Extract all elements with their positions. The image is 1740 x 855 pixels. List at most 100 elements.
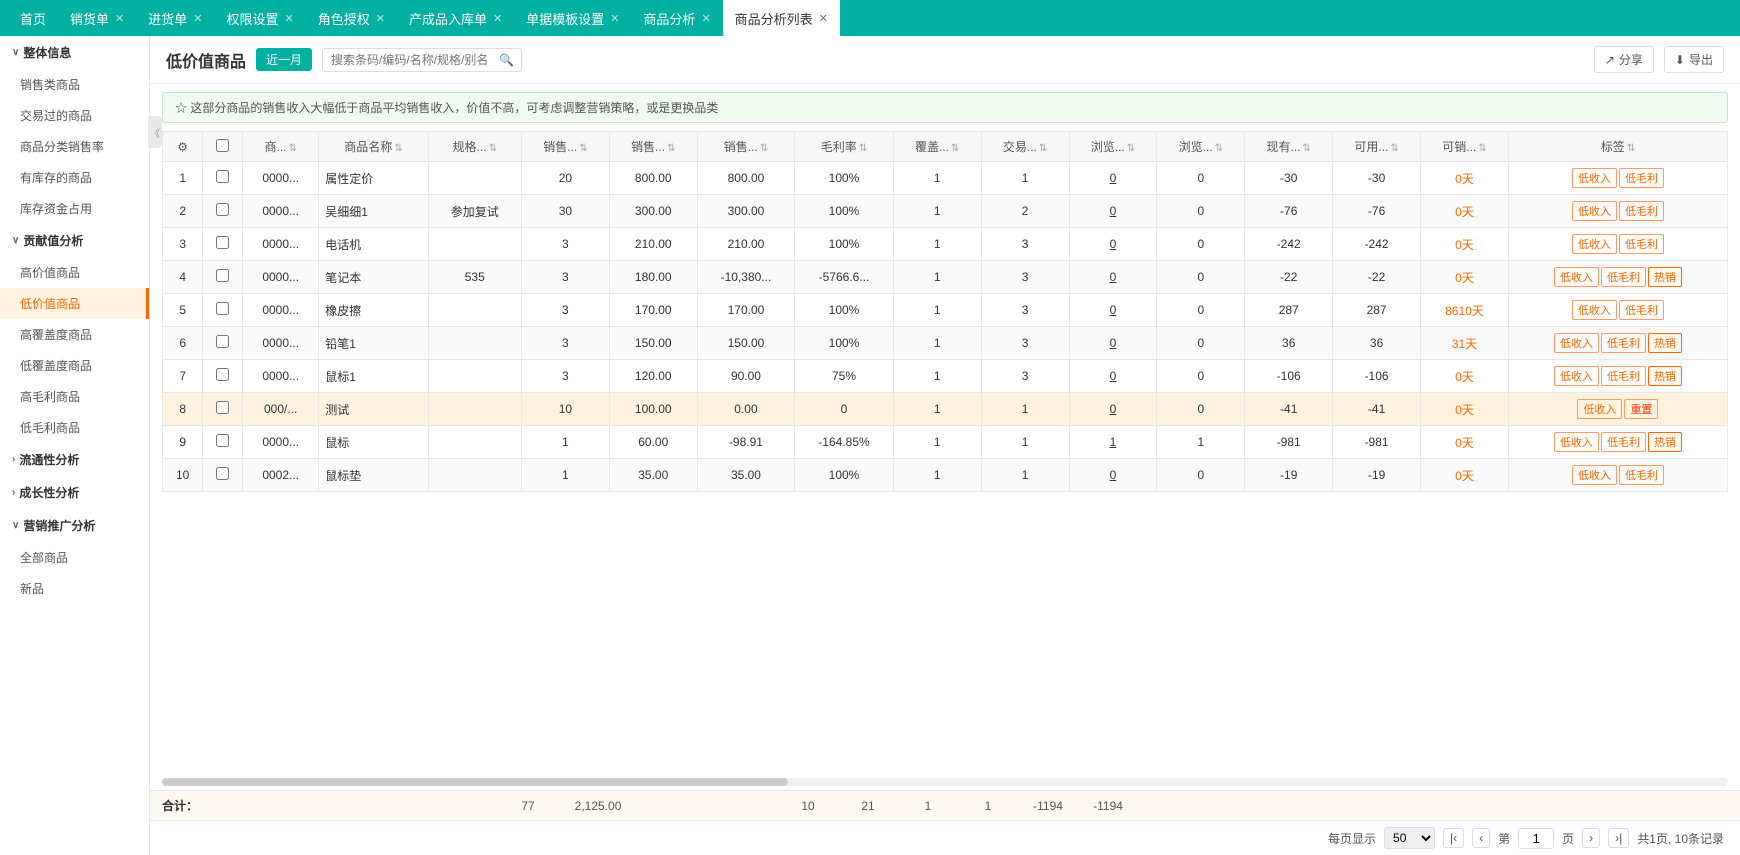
cell-tags: 低收入低毛利热销 [1508,261,1727,294]
nav-product-analysis[interactable]: 商品分析✕ [631,0,722,36]
close-product-warehouse-icon[interactable]: ✕ [493,12,502,25]
col-tags[interactable]: 标签⇅ [1508,132,1727,162]
sidebar-item-inventory-capital[interactable]: 库存资金占用 [0,193,149,224]
page-number-input[interactable] [1518,828,1554,849]
col-spec[interactable]: 规格...⇅ [428,132,521,162]
sidebar-section-overall[interactable]: ∨ 整体信息 [0,36,149,69]
row-checkbox[interactable] [216,203,229,216]
col-sales2[interactable]: 销售...⇅ [609,132,697,162]
prev-page-button[interactable]: ‹ [1472,828,1490,848]
col-margin[interactable]: 毛利率⇅ [795,132,894,162]
sidebar-item-category-sales-rate[interactable]: 商品分类销售率 [0,131,149,162]
first-page-button[interactable]: |‹ [1443,828,1464,848]
nav-permissions[interactable]: 权限设置✕ [214,0,305,36]
cell-checkbox[interactable] [203,261,243,294]
close-product-analysis-icon[interactable]: ✕ [701,12,710,25]
cell-checkbox[interactable] [203,426,243,459]
last-page-button[interactable]: ›| [1608,828,1629,848]
col-browse1[interactable]: 浏览...⇅ [1069,132,1157,162]
scrollbar-thumb[interactable] [162,778,788,786]
cell-browse1[interactable]: 0 [1069,261,1157,294]
sidebar-item-high-coverage[interactable]: 高覆盖度商品 [0,319,149,350]
col-checkbox[interactable] [203,132,243,162]
close-role-auth-icon[interactable]: ✕ [376,12,385,25]
col-code[interactable]: 商...⇅ [243,132,319,162]
cell-browse1[interactable]: 0 [1069,459,1157,492]
nav-home[interactable]: 首页 [8,0,58,36]
nav-product-warehouse[interactable]: 产成品入库单✕ [397,0,514,36]
close-product-analysis-list-icon[interactable]: ✕ [819,12,828,25]
cell-checkbox[interactable] [203,294,243,327]
sidebar-item-low-margin[interactable]: 低毛利商品 [0,412,149,443]
cell-browse1[interactable]: 0 [1069,393,1157,426]
col-stock[interactable]: 现有...⇅ [1245,132,1333,162]
cell-browse1[interactable]: 0 [1069,360,1157,393]
nav-purchase-order[interactable]: 进货单✕ [136,0,214,36]
cell-browse1[interactable]: 0 [1069,162,1157,195]
sidebar-item-stocked-products[interactable]: 有库存的商品 [0,162,149,193]
horizontal-scrollbar[interactable] [162,778,1728,786]
col-settings[interactable]: ⚙ [163,132,203,162]
row-checkbox[interactable] [216,269,229,282]
cell-checkbox[interactable] [203,195,243,228]
nav-role-auth[interactable]: 角色授权✕ [306,0,397,36]
cell-browse1[interactable]: 0 [1069,195,1157,228]
nav-template-settings[interactable]: 单据模板设置✕ [514,0,631,36]
close-template-icon[interactable]: ✕ [610,12,619,25]
settings-icon[interactable]: ⚙ [177,140,188,154]
col-sales3[interactable]: 销售...⇅ [697,132,795,162]
row-checkbox[interactable] [216,302,229,315]
sidebar-item-new-products[interactable]: 新品 [0,573,149,604]
search-icon[interactable]: 🔍 [499,53,514,67]
filter-recent-month-button[interactable]: 近一月 [256,48,312,71]
col-name[interactable]: 商品名称⇅ [319,132,428,162]
cell-checkbox[interactable] [203,327,243,360]
cell-checkbox[interactable] [203,393,243,426]
select-all-checkbox[interactable] [216,139,229,152]
row-checkbox[interactable] [216,467,229,480]
cell-checkbox[interactable] [203,162,243,195]
row-checkbox[interactable] [216,335,229,348]
col-coverage[interactable]: 覆盖...⇅ [893,132,981,162]
row-checkbox[interactable] [216,434,229,447]
cell-browse1[interactable]: 0 [1069,327,1157,360]
cell-checkbox[interactable] [203,228,243,261]
sidebar-collapse-button[interactable]: 《 [148,116,162,148]
cell-checkbox[interactable] [203,459,243,492]
sidebar-section-contribution[interactable]: ∨ 贡献值分析 [0,224,149,257]
row-checkbox[interactable] [216,368,229,381]
sidebar-item-all-products[interactable]: 全部商品 [0,542,149,573]
sidebar-item-low-value[interactable]: 低价值商品 [0,288,149,319]
row-checkbox[interactable] [216,236,229,249]
sidebar-section-growth[interactable]: › 成长性分析 [0,476,149,509]
row-checkbox[interactable] [216,401,229,414]
sidebar-item-traded-products[interactable]: 交易过的商品 [0,100,149,131]
sidebar-item-low-coverage[interactable]: 低覆盖度商品 [0,350,149,381]
cell-browse1[interactable]: 0 [1069,294,1157,327]
col-browse2[interactable]: 浏览...⇅ [1157,132,1245,162]
row-checkbox[interactable] [216,170,229,183]
nav-product-analysis-list[interactable]: 商品分析列表✕ [723,0,840,36]
share-button[interactable]: ↗ 分享 [1594,46,1654,73]
col-transaction[interactable]: 交易...⇅ [981,132,1069,162]
cell-checkbox[interactable] [203,360,243,393]
search-input[interactable] [322,48,522,72]
sidebar-item-high-margin[interactable]: 高毛利商品 [0,381,149,412]
sidebar-item-sales-products[interactable]: 销售类商品 [0,69,149,100]
export-button[interactable]: ⬇ 导出 [1664,46,1724,73]
nav-sales-order[interactable]: 销货单✕ [58,0,136,36]
sidebar-section-marketing[interactable]: ∨ 营销推广分析 [0,509,149,542]
cell-browse1[interactable]: 0 [1069,228,1157,261]
col-sellable[interactable]: 可销...⇅ [1421,132,1509,162]
close-sales-order-icon[interactable]: ✕ [115,12,124,25]
col-sales1[interactable]: 销售...⇅ [521,132,609,162]
close-permissions-icon[interactable]: ✕ [285,12,294,25]
cell-browse1[interactable]: 1 [1069,426,1157,459]
col-available[interactable]: 可用...⇅ [1333,132,1421,162]
next-page-button[interactable]: › [1582,828,1600,848]
close-purchase-order-icon[interactable]: ✕ [193,12,202,25]
sidebar-section-circulation[interactable]: › 流通性分析 [0,443,149,476]
per-page-select[interactable]: 50 100 200 [1384,827,1435,849]
table-wrapper[interactable]: ⚙ 商...⇅ 商品名称⇅ 规格...⇅ 销售...⇅ 销售...⇅ 销售...… [150,131,1740,778]
sidebar-item-high-value[interactable]: 高价值商品 [0,257,149,288]
